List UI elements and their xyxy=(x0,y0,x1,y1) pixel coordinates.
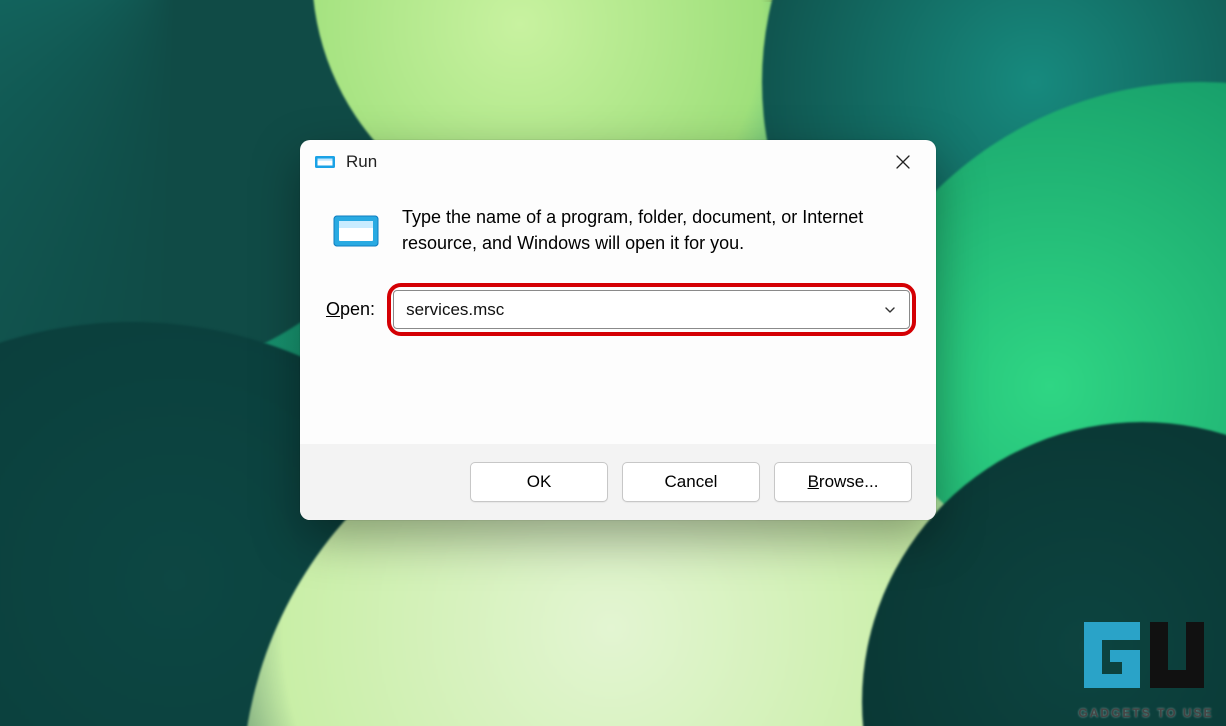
dialog-description: Type the name of a program, folder, docu… xyxy=(402,204,902,256)
dialog-title: Run xyxy=(346,152,876,172)
run-dialog: Run Type the name of a program, folder, xyxy=(300,140,936,520)
run-titlebar-icon xyxy=(314,151,336,173)
open-combobox[interactable]: services.msc xyxy=(393,290,910,329)
cancel-button[interactable]: Cancel xyxy=(622,462,760,502)
browse-rest: rowse... xyxy=(819,472,879,492)
cancel-button-label: Cancel xyxy=(665,472,718,492)
close-button[interactable] xyxy=(876,142,930,182)
browse-button[interactable]: Browse... xyxy=(774,462,912,502)
description-row: Type the name of a program, folder, docu… xyxy=(326,204,910,258)
chevron-down-icon[interactable] xyxy=(881,301,899,319)
close-icon xyxy=(896,155,910,169)
ok-button-label: OK xyxy=(527,472,552,492)
open-input-value[interactable]: services.msc xyxy=(406,300,881,320)
open-input-wrap: services.msc xyxy=(393,290,910,329)
open-row: Open: services.msc xyxy=(326,290,910,329)
open-label-rest: pen: xyxy=(340,299,375,319)
desktop-background: Run Type the name of a program, folder, xyxy=(0,0,1226,726)
browse-mnemonic: B xyxy=(808,472,819,492)
titlebar[interactable]: Run xyxy=(300,140,936,184)
dialog-body: Type the name of a program, folder, docu… xyxy=(300,184,936,444)
ok-button[interactable]: OK xyxy=(470,462,608,502)
run-program-icon xyxy=(330,206,382,258)
dialog-footer: OK Cancel Browse... xyxy=(300,444,936,520)
open-label-mnemonic: O xyxy=(326,299,340,319)
open-label: Open: xyxy=(326,299,375,320)
